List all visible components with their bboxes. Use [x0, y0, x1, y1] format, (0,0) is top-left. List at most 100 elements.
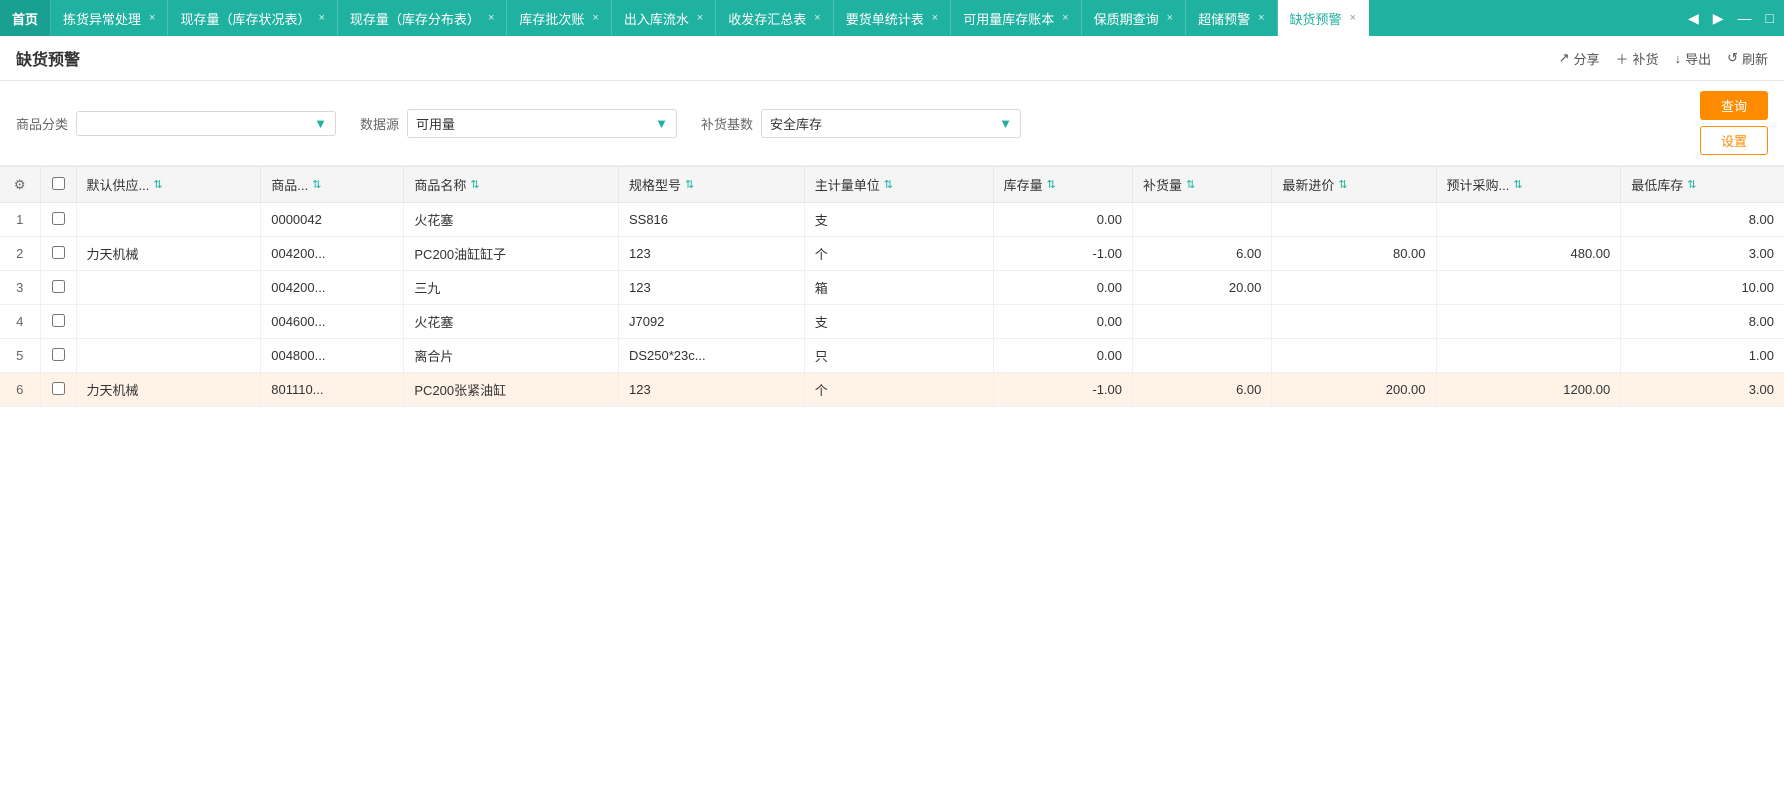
latest-price-sort[interactable]: 最新进价 ⇅ [1282, 175, 1425, 194]
th-replenish-qty-label: 补货量 [1143, 175, 1182, 194]
category-filter-group: 商品分类 ▼ [16, 111, 336, 136]
tab-next-button[interactable]: ▶ [1707, 8, 1730, 29]
unit-sort[interactable]: 主计量单位 ⇅ [815, 175, 983, 194]
table-row: 3 004200... 三九 123 箱 0.00 20.00 10.00 [0, 271, 1784, 305]
row-checkbox-cell[interactable] [40, 203, 76, 237]
row-number: 3 [0, 271, 40, 305]
query-button[interactable]: 查询 [1700, 91, 1768, 120]
tab-overstock-warning-close[interactable]: × [1258, 12, 1264, 24]
row-number: 2 [0, 237, 40, 271]
table-row: 5 004800... 离合片 DS250*23c... 只 0.00 1.00 [0, 339, 1784, 373]
tab-batch-account[interactable]: 库存批次账 × [507, 0, 611, 36]
th-min-stock[interactable]: 最低库存 ⇅ [1621, 167, 1784, 203]
spec-sort[interactable]: 规格型号 ⇅ [629, 175, 794, 194]
data-table: ⚙ 默认供应... ⇅ 商品... ⇅ [0, 166, 1784, 407]
tab-inventory-dist-close[interactable]: × [488, 12, 494, 24]
tab-expiry-query-close[interactable]: × [1167, 12, 1173, 24]
tab-demand-stats[interactable]: 要货单统计表 × [834, 0, 951, 36]
row-min-stock: 8.00 [1621, 305, 1784, 339]
export-button[interactable]: ↓ 导出 [1675, 49, 1712, 68]
filter-action-buttons: 查询 设置 [1700, 91, 1768, 155]
tab-available-ledger-close[interactable]: × [1062, 12, 1068, 24]
th-latest-price[interactable]: 最新进价 ⇅ [1272, 167, 1436, 203]
row-product-code: 0000042 [261, 203, 404, 237]
tab-prev-button[interactable]: ◀ [1682, 8, 1705, 29]
tab-collect-summary-close[interactable]: × [814, 12, 820, 24]
tab-shortage-warning[interactable]: 缺货预警 × [1278, 0, 1369, 36]
tab-collect-summary[interactable]: 收发存汇总表 × [716, 0, 833, 36]
tab-expiry-query-label: 保质期查询 [1094, 9, 1159, 28]
tab-inventory-status-close[interactable]: × [318, 12, 324, 24]
row-unit: 箱 [804, 271, 993, 305]
tab-maximize-button[interactable]: □ [1760, 8, 1780, 28]
tab-inventory-status[interactable]: 现存量（库存状况表） × [168, 0, 337, 36]
replenish-base-select[interactable]: 安全库存 ▼ [761, 109, 1021, 138]
refresh-button[interactable]: ↺ 刷新 [1727, 49, 1768, 68]
tab-home[interactable]: 首页 [0, 0, 51, 36]
row-checkbox-cell[interactable] [40, 271, 76, 305]
tab-abnormal[interactable]: 拣货异常处理 × [51, 0, 168, 36]
tab-batch-account-close[interactable]: × [592, 12, 598, 24]
latest-price-sort-icon: ⇅ [1338, 178, 1347, 191]
min-stock-sort[interactable]: 最低库存 ⇅ [1631, 175, 1774, 194]
th-supplier[interactable]: 默认供应... ⇅ [76, 167, 261, 203]
header-actions: ↗ 分享 ＋ 补货 ↓ 导出 ↺ 刷新 [1559, 49, 1768, 68]
row-checkbox-cell[interactable] [40, 373, 76, 407]
tab-overstock-warning[interactable]: 超储预警 × [1186, 0, 1277, 36]
supplier-sort[interactable]: 默认供应... ⇅ [87, 175, 251, 194]
row-checkbox-cell[interactable] [40, 305, 76, 339]
tab-abnormal-close[interactable]: × [149, 12, 155, 24]
row-spec: 123 [618, 271, 804, 305]
row-checkbox[interactable] [52, 348, 65, 361]
row-product-name: PC200油缸缸子 [404, 237, 619, 271]
category-select[interactable]: ▼ [76, 111, 336, 136]
th-replenish-qty[interactable]: 补货量 ⇅ [1133, 167, 1272, 203]
th-product-name[interactable]: 商品名称 ⇅ [404, 167, 619, 203]
tab-inout-flow-close[interactable]: × [697, 12, 703, 24]
th-unit[interactable]: 主计量单位 ⇅ [804, 167, 993, 203]
row-checkbox-cell[interactable] [40, 237, 76, 271]
tab-inout-flow-label: 出入库流水 [624, 9, 689, 28]
tab-inventory-dist-label: 现存量（库存分布表） [350, 9, 480, 28]
replenish-qty-sort[interactable]: 补货量 ⇅ [1143, 175, 1261, 194]
tab-shortage-warning-close[interactable]: × [1350, 12, 1356, 24]
row-checkbox-cell[interactable] [40, 339, 76, 373]
tab-inout-flow[interactable]: 出入库流水 × [612, 0, 716, 36]
row-product-code: 801110... [261, 373, 404, 407]
row-unit: 只 [804, 339, 993, 373]
row-product-code: 004200... [261, 271, 404, 305]
row-checkbox[interactable] [52, 212, 65, 225]
th-stock[interactable]: 库存量 ⇅ [993, 167, 1132, 203]
th-est-purchase[interactable]: 预计采购... ⇅ [1436, 167, 1621, 203]
replenish-button[interactable]: ＋ 补货 [1616, 49, 1659, 68]
stock-sort[interactable]: 库存量 ⇅ [1004, 175, 1122, 194]
product-code-sort[interactable]: 商品... ⇅ [271, 175, 393, 194]
row-checkbox[interactable] [52, 382, 65, 395]
row-latest-price [1272, 339, 1436, 373]
product-name-sort[interactable]: 商品名称 ⇅ [414, 175, 608, 194]
table-row: 6 力天机械 801110... PC200张紧油缸 123 个 -1.00 6… [0, 373, 1784, 407]
gear-icon[interactable]: ⚙ [14, 177, 26, 192]
tab-available-ledger[interactable]: 可用量库存账本 × [951, 0, 1081, 36]
th-spec[interactable]: 规格型号 ⇅ [618, 167, 804, 203]
th-settings[interactable]: ⚙ [0, 167, 40, 203]
tab-demand-stats-close[interactable]: × [932, 12, 938, 24]
tab-expiry-query[interactable]: 保质期查询 × [1082, 0, 1186, 36]
tab-minimize-button[interactable]: — [1732, 8, 1758, 28]
settings-button[interactable]: 设置 [1700, 126, 1768, 155]
tab-home-label: 首页 [12, 9, 38, 28]
row-checkbox[interactable] [52, 314, 65, 327]
replenish-icon: ＋ [1616, 49, 1629, 68]
row-latest-price [1272, 271, 1436, 305]
row-checkbox[interactable] [52, 246, 65, 259]
th-product-code[interactable]: 商品... ⇅ [261, 167, 404, 203]
share-button[interactable]: ↗ 分享 [1559, 49, 1600, 68]
datasource-select[interactable]: 可用量 ▼ [407, 109, 677, 138]
table-row: 4 004600... 火花塞 J7092 支 0.00 8.00 [0, 305, 1784, 339]
unit-sort-icon: ⇅ [884, 178, 893, 191]
est-purchase-sort[interactable]: 预计采购... ⇅ [1447, 175, 1611, 194]
row-latest-price: 80.00 [1272, 237, 1436, 271]
row-checkbox[interactable] [52, 280, 65, 293]
select-all-checkbox[interactable] [52, 177, 65, 190]
tab-inventory-dist[interactable]: 现存量（库存分布表） × [338, 0, 507, 36]
